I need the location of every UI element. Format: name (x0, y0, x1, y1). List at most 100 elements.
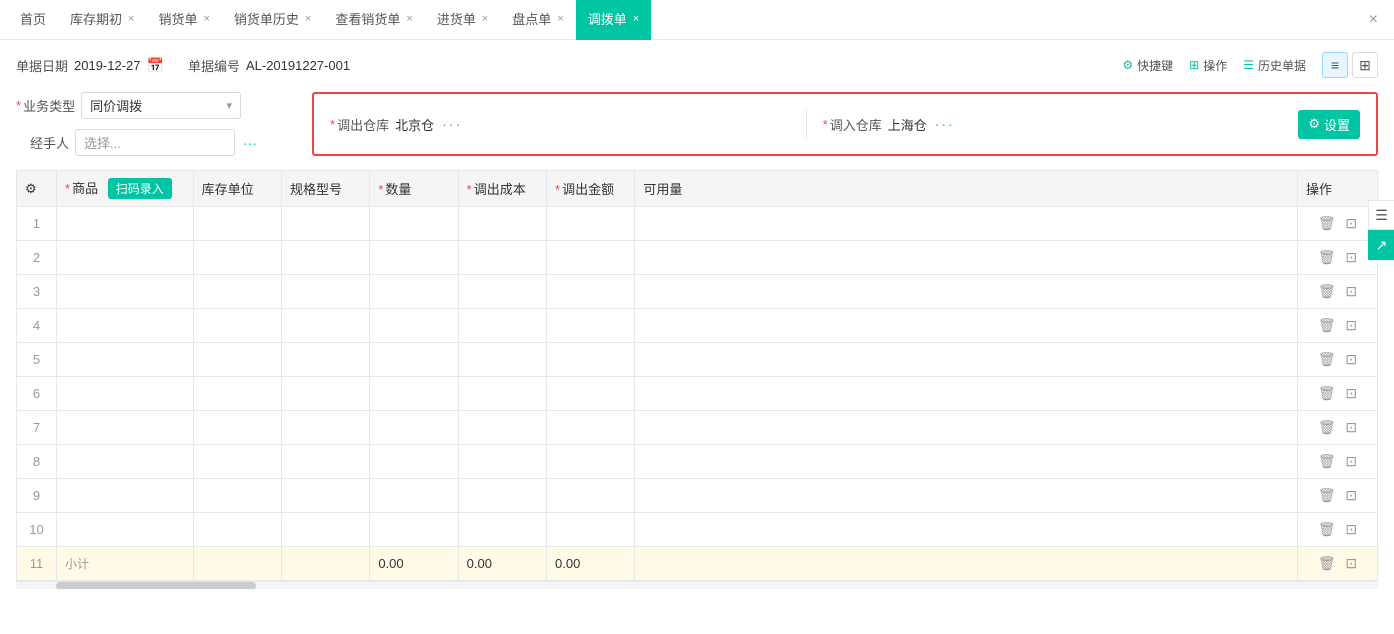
shortcut-action[interactable]: ⚙ 快捷键 (1122, 57, 1173, 74)
available-cell[interactable] (635, 207, 1298, 241)
grid-view-btn[interactable]: ⊞ (1352, 52, 1378, 78)
amount-cell[interactable] (547, 309, 635, 343)
settings-button[interactable]: ⚙ 设置 (1298, 110, 1360, 139)
delete-row-icon[interactable]: 🗑 (1318, 453, 1336, 469)
delete-icon[interactable]: 🗑 (1318, 555, 1336, 571)
tab-close-2[interactable]: × (203, 13, 209, 25)
available-cell[interactable] (635, 411, 1298, 445)
copy-icon[interactable]: ⊡ (1345, 555, 1357, 571)
delete-row-icon[interactable]: 🗑 (1318, 215, 1336, 231)
available-cell[interactable] (635, 513, 1298, 547)
spec-cell[interactable] (281, 241, 369, 275)
spec-cell[interactable] (281, 207, 369, 241)
qty-cell[interactable] (370, 377, 458, 411)
tab-item-5[interactable]: 进货单× (425, 0, 500, 40)
spec-cell[interactable] (281, 343, 369, 377)
operation-action[interactable]: ⊞ 操作 (1189, 57, 1227, 74)
available-cell[interactable] (635, 275, 1298, 309)
cost-cell[interactable] (458, 309, 546, 343)
available-cell[interactable] (635, 241, 1298, 275)
delete-row-icon[interactable]: 🗑 (1318, 283, 1336, 299)
tab-close-4[interactable]: × (406, 13, 412, 25)
out-warehouse-more-icon[interactable]: ··· (442, 116, 462, 132)
business-type-select[interactable]: 同价调拨 ▾ (81, 92, 241, 119)
qty-cell[interactable] (370, 207, 458, 241)
amount-cell[interactable] (547, 411, 635, 445)
product-cell[interactable] (57, 241, 194, 275)
spec-cell[interactable] (281, 513, 369, 547)
copy-row-icon[interactable]: ⊡ (1345, 453, 1357, 469)
spec-cell[interactable] (281, 275, 369, 309)
product-cell[interactable] (57, 309, 194, 343)
unit-cell[interactable] (193, 479, 281, 513)
product-cell[interactable] (57, 445, 194, 479)
tab-item-2[interactable]: 销货单× (146, 0, 221, 40)
unit-cell[interactable] (193, 377, 281, 411)
copy-row-icon[interactable]: ⊡ (1345, 385, 1357, 401)
copy-row-icon[interactable]: ⊡ (1345, 487, 1357, 503)
cost-cell[interactable] (458, 207, 546, 241)
unit-cell[interactable] (193, 275, 281, 309)
cost-cell[interactable] (458, 479, 546, 513)
sidebar-list-icon[interactable]: ☰ (1368, 200, 1394, 230)
unit-cell[interactable] (193, 445, 281, 479)
copy-row-icon[interactable]: ⊡ (1345, 249, 1357, 265)
product-cell[interactable] (57, 207, 194, 241)
amount-cell[interactable] (547, 207, 635, 241)
spec-cell[interactable] (281, 377, 369, 411)
delete-row-icon[interactable]: 🗑 (1318, 249, 1336, 265)
qty-cell[interactable] (370, 275, 458, 309)
tab-close-6[interactable]: × (557, 13, 563, 25)
available-cell[interactable] (635, 309, 1298, 343)
tab-item-1[interactable]: 库存期初× (58, 0, 146, 40)
delete-row-icon[interactable]: 🗑 (1318, 487, 1336, 503)
copy-row-icon[interactable]: ⊡ (1345, 521, 1357, 537)
amount-cell[interactable] (547, 513, 635, 547)
cost-cell[interactable] (458, 241, 546, 275)
copy-row-icon[interactable]: ⊡ (1345, 317, 1357, 333)
delete-row-icon[interactable]: 🗑 (1318, 419, 1336, 435)
scrollbar[interactable] (16, 581, 1378, 589)
qty-cell[interactable] (370, 513, 458, 547)
unit-cell[interactable] (193, 309, 281, 343)
qty-cell[interactable] (370, 309, 458, 343)
cost-cell[interactable] (458, 513, 546, 547)
copy-row-icon[interactable]: ⊡ (1345, 351, 1357, 367)
unit-cell[interactable] (193, 343, 281, 377)
amount-cell[interactable] (547, 343, 635, 377)
scan-button[interactable]: 扫码录入 (108, 178, 172, 199)
tab-item-6[interactable]: 盘点单× (500, 0, 575, 40)
amount-cell[interactable] (547, 479, 635, 513)
amount-cell[interactable] (547, 377, 635, 411)
spec-cell[interactable] (281, 479, 369, 513)
calendar-icon[interactable]: 📅 (147, 57, 164, 74)
delete-row-icon[interactable]: 🗑 (1318, 385, 1336, 401)
tab-item-3[interactable]: 销货单历史× (222, 0, 323, 40)
qty-cell[interactable] (370, 343, 458, 377)
unit-cell[interactable] (193, 241, 281, 275)
unit-cell[interactable] (193, 513, 281, 547)
history-action[interactable]: ☰ 历史单据 (1243, 57, 1306, 74)
tab-item-7[interactable]: 调拨单× (576, 0, 651, 40)
tab-close-5[interactable]: × (482, 13, 488, 25)
product-cell[interactable] (57, 479, 194, 513)
cost-cell[interactable] (458, 411, 546, 445)
product-cell[interactable] (57, 513, 194, 547)
qty-cell[interactable] (370, 479, 458, 513)
cost-cell[interactable] (458, 275, 546, 309)
unit-cell[interactable] (193, 207, 281, 241)
delete-row-icon[interactable]: 🗑 (1318, 351, 1336, 367)
product-cell[interactable] (57, 377, 194, 411)
in-warehouse-more-icon[interactable]: ··· (935, 116, 955, 132)
qty-cell[interactable] (370, 445, 458, 479)
amount-cell[interactable] (547, 241, 635, 275)
qty-cell[interactable] (370, 241, 458, 275)
amount-cell[interactable] (547, 275, 635, 309)
copy-row-icon[interactable]: ⊡ (1345, 283, 1357, 299)
product-cell[interactable] (57, 343, 194, 377)
product-cell[interactable] (57, 411, 194, 445)
copy-row-icon[interactable]: ⊡ (1345, 419, 1357, 435)
handler-input[interactable]: 选择... (75, 129, 235, 156)
sidebar-expand-icon[interactable]: ↗ (1368, 230, 1394, 260)
handler-more-icon[interactable]: ··· (243, 135, 257, 151)
